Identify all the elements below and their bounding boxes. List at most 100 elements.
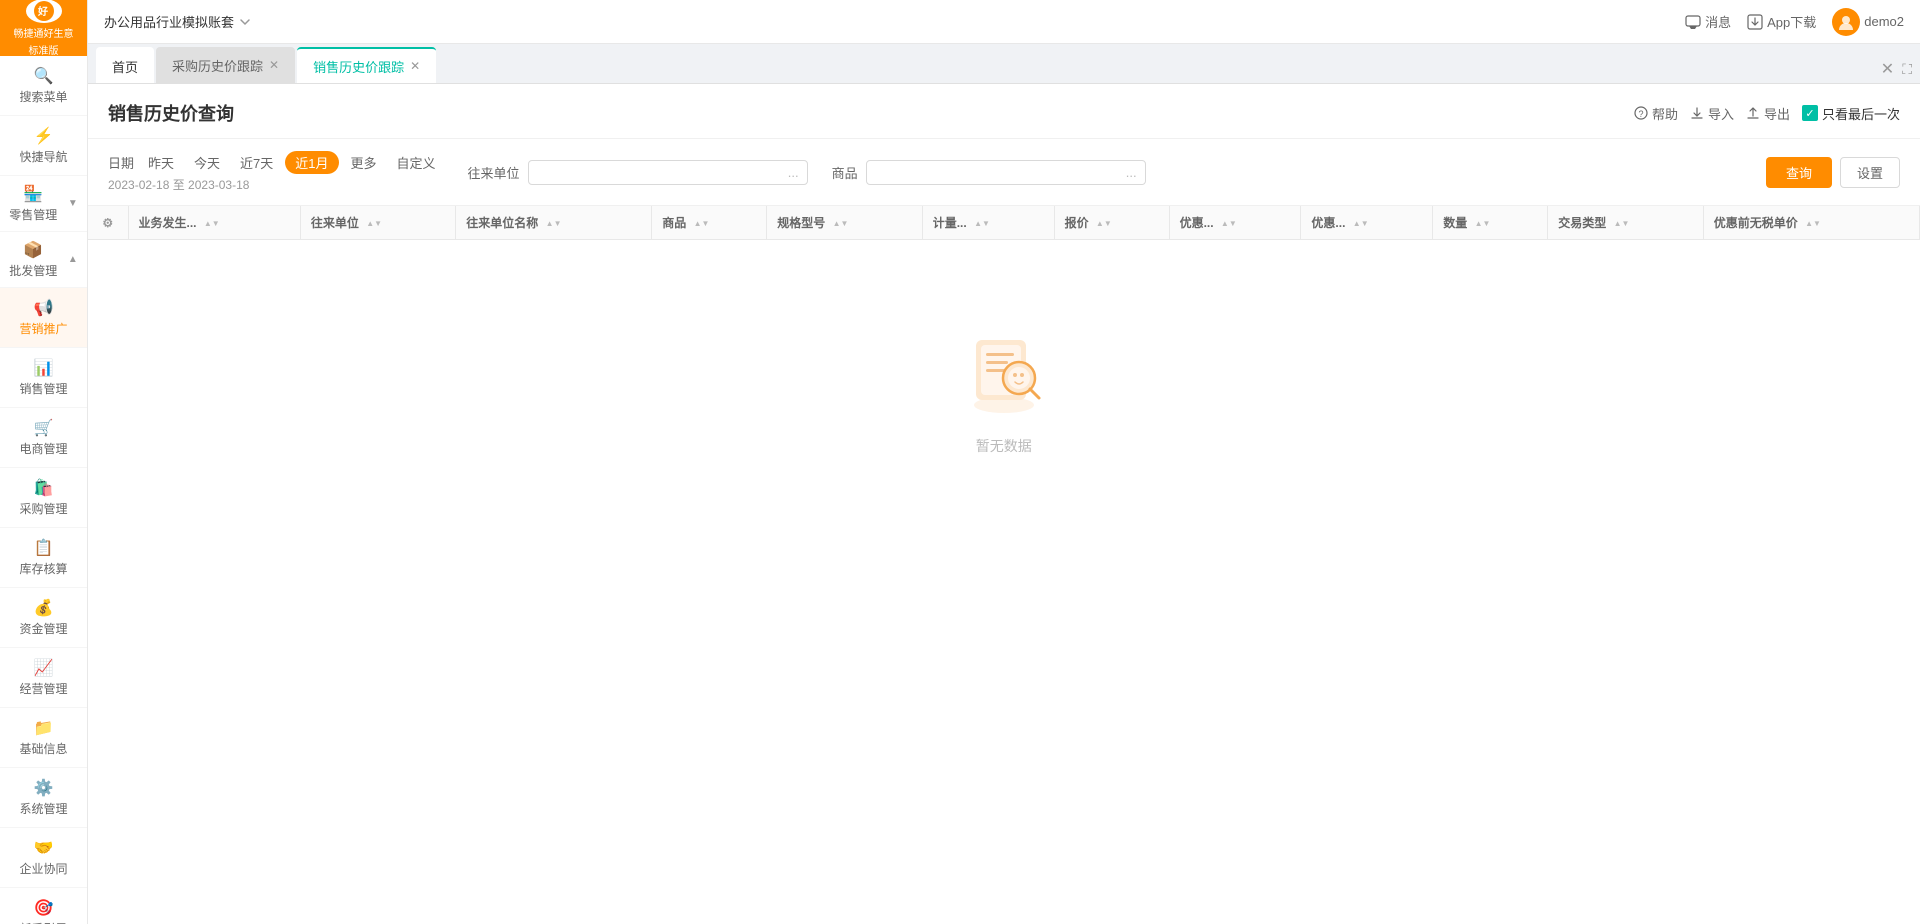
sidebar-item-ecommerce[interactable]: 🛒 电商管理	[0, 408, 87, 468]
sort-icon: ▲▼	[204, 219, 220, 228]
window-close-icon[interactable]: ✕	[1881, 59, 1894, 79]
table-header-row: ⚙ 业务发生... ▲▼ 往来单位 ▲▼ 往来单位名称 ▲▼	[88, 206, 1920, 240]
empty-state: 暂无数据	[88, 240, 1920, 536]
workspace-selector[interactable]: 办公用品行业模拟账套	[104, 12, 252, 31]
tab-purchase-label: 采购历史价跟踪	[172, 56, 263, 75]
col-partner-name[interactable]: 往来单位名称 ▲▼	[456, 206, 652, 240]
sidebar-item-operations[interactable]: 📈 经营管理	[0, 648, 87, 708]
newbie-icon: 🎯	[34, 898, 54, 918]
col-price-label: 报价	[1065, 216, 1089, 230]
sidebar-item-newbie[interactable]: 🎯 新手引导	[0, 888, 87, 924]
help-button[interactable]: ? 帮助	[1634, 104, 1678, 123]
col-goods[interactable]: 商品 ▲▼	[652, 206, 767, 240]
sort-icon: ▲▼	[1096, 219, 1112, 228]
sidebar-item-search[interactable]: 🔍 搜索菜单	[0, 56, 87, 116]
search-icon: 🔍	[34, 66, 54, 86]
date-option-more[interactable]: 更多	[343, 151, 385, 174]
export-button[interactable]: 导出	[1746, 104, 1790, 123]
col-trade-type[interactable]: 交易类型 ▲▼	[1548, 206, 1703, 240]
sort-icon: ▲▼	[1353, 219, 1369, 228]
user-profile[interactable]: demo2	[1832, 8, 1904, 36]
tab-sales-close-icon[interactable]: ✕	[410, 59, 420, 73]
subtitle-text: 标准版	[29, 42, 59, 57]
retail-arrow-icon: ▼	[68, 198, 78, 209]
sort-icon: ▲▼	[1614, 219, 1630, 228]
sidebar-item-label: 基础信息	[19, 740, 67, 757]
tab-purchase[interactable]: 采购历史价跟踪 ✕	[156, 47, 295, 83]
main-area: 办公用品行业模拟账套 消息 App下载	[88, 0, 1920, 924]
sidebar-item-label: 资金管理	[19, 620, 67, 637]
date-range: 2023-02-18 至 2023-03-18	[108, 176, 444, 193]
username: demo2	[1864, 14, 1904, 29]
sidebar-item-finance[interactable]: 💰 资金管理	[0, 588, 87, 648]
col-discount1-label: 优惠...	[1180, 216, 1214, 230]
col-discount2[interactable]: 优惠... ▲▼	[1301, 206, 1433, 240]
col-discount1[interactable]: 优惠... ▲▼	[1169, 206, 1301, 240]
date-option-today[interactable]: 今天	[186, 151, 228, 174]
col-goods-label: 商品	[662, 216, 686, 230]
retail-icon: 🏪	[23, 184, 43, 204]
tab-purchase-close-icon[interactable]: ✕	[269, 58, 279, 72]
sidebar-item-label: 零售管理	[9, 206, 57, 223]
only-last-checkbox-item[interactable]: 只看最后一次	[1802, 104, 1900, 123]
only-last-checkbox[interactable]	[1802, 105, 1818, 121]
sidebar-item-wholesale[interactable]: 📦 批发管理 ▲	[0, 232, 87, 288]
sidebar-item-inventory[interactable]: 📋 库存核算	[0, 528, 87, 588]
tabs-bar: 首页 采购历史价跟踪 ✕ 销售历史价跟踪 ✕ ✕ ⛶	[88, 44, 1920, 84]
query-button[interactable]: 查询	[1766, 157, 1832, 188]
tab-home[interactable]: 首页	[96, 47, 154, 83]
col-price[interactable]: 报价 ▲▼	[1054, 206, 1169, 240]
date-option-1month[interactable]: 近1月	[285, 151, 338, 174]
date-options: 昨天 今天 近7天 近1月 更多 自定义	[140, 151, 444, 174]
sidebar-item-marketing[interactable]: 📢 营销推广	[0, 288, 87, 348]
goods-input[interactable]: ...	[866, 160, 1146, 185]
sidebar-item-shortcuts[interactable]: ⚡ 快捷导航	[0, 116, 87, 176]
help-label: 帮助	[1652, 104, 1678, 123]
app-download-button[interactable]: App下载	[1747, 12, 1816, 31]
col-biz-date[interactable]: 业务发生... ▲▼	[128, 206, 300, 240]
sidebar-item-system[interactable]: ⚙️ 系统管理	[0, 768, 87, 828]
col-partner-code[interactable]: 往来单位 ▲▼	[300, 206, 455, 240]
col-qty-label: 数量	[1443, 216, 1467, 230]
sort-icon: ▲▼	[1805, 219, 1821, 228]
top-bar-left: 办公用品行业模拟账套	[104, 12, 252, 31]
window-controls: ✕ ⛶	[1881, 59, 1912, 79]
partner-filter-group: 往来单位 ...	[468, 160, 808, 185]
sidebar-item-label: 经营管理	[19, 680, 67, 697]
date-option-custom[interactable]: 自定义	[389, 151, 444, 174]
logo-icon: 好	[26, 0, 62, 23]
only-last-label: 只看最后一次	[1822, 104, 1900, 123]
help-icon: ?	[1634, 106, 1648, 120]
sort-icon: ▲▼	[1475, 219, 1491, 228]
sidebar-item-label: 库存核算	[19, 560, 67, 577]
sidebar-item-basic[interactable]: 📁 基础信息	[0, 708, 87, 768]
date-option-7days[interactable]: 近7天	[232, 151, 281, 174]
filter-area: 日期 昨天 今天 近7天 近1月 更多 自定义 2023-02-18 至 202…	[88, 139, 1920, 206]
window-maximize-icon[interactable]: ⛶	[1902, 61, 1912, 78]
import-button[interactable]: 导入	[1690, 104, 1734, 123]
col-spec[interactable]: 规格型号 ▲▼	[767, 206, 922, 240]
tab-sales[interactable]: 销售历史价跟踪 ✕	[297, 47, 436, 83]
sort-icon: ▲▼	[974, 219, 990, 228]
sidebar-item-purchase[interactable]: 🛍️ 采购管理	[0, 468, 87, 528]
sidebar-item-retail[interactable]: 🏪 零售管理 ▼	[0, 176, 87, 232]
message-label: 消息	[1705, 12, 1731, 31]
col-discount2-label: 优惠...	[1311, 216, 1345, 230]
sidebar-item-enterprise[interactable]: 🤝 企业协同	[0, 828, 87, 888]
col-unit-label: 计量...	[933, 216, 967, 230]
top-bar: 办公用品行业模拟账套 消息 App下载	[88, 0, 1920, 44]
date-option-yesterday[interactable]: 昨天	[140, 151, 182, 174]
col-unit[interactable]: 计量... ▲▼	[922, 206, 1054, 240]
column-settings-icon[interactable]: ⚙	[102, 216, 113, 230]
col-qty[interactable]: 数量 ▲▼	[1433, 206, 1548, 240]
purchase-icon: 🛍️	[34, 478, 54, 498]
app-download-label: App下载	[1767, 12, 1816, 31]
sidebar-item-sales-mgmt[interactable]: 📊 销售管理	[0, 348, 87, 408]
settings-button[interactable]: 设置	[1840, 157, 1900, 188]
col-pretax-price[interactable]: 优惠前无税单价 ▲▼	[1703, 206, 1919, 240]
date-filter-group: 日期 昨天 今天 近7天 近1月 更多 自定义 2023-02-18 至 202…	[108, 151, 444, 193]
message-button[interactable]: 消息	[1685, 12, 1731, 31]
goods-label: 商品	[832, 163, 858, 182]
message-icon	[1685, 14, 1701, 30]
partner-input[interactable]: ...	[528, 160, 808, 185]
